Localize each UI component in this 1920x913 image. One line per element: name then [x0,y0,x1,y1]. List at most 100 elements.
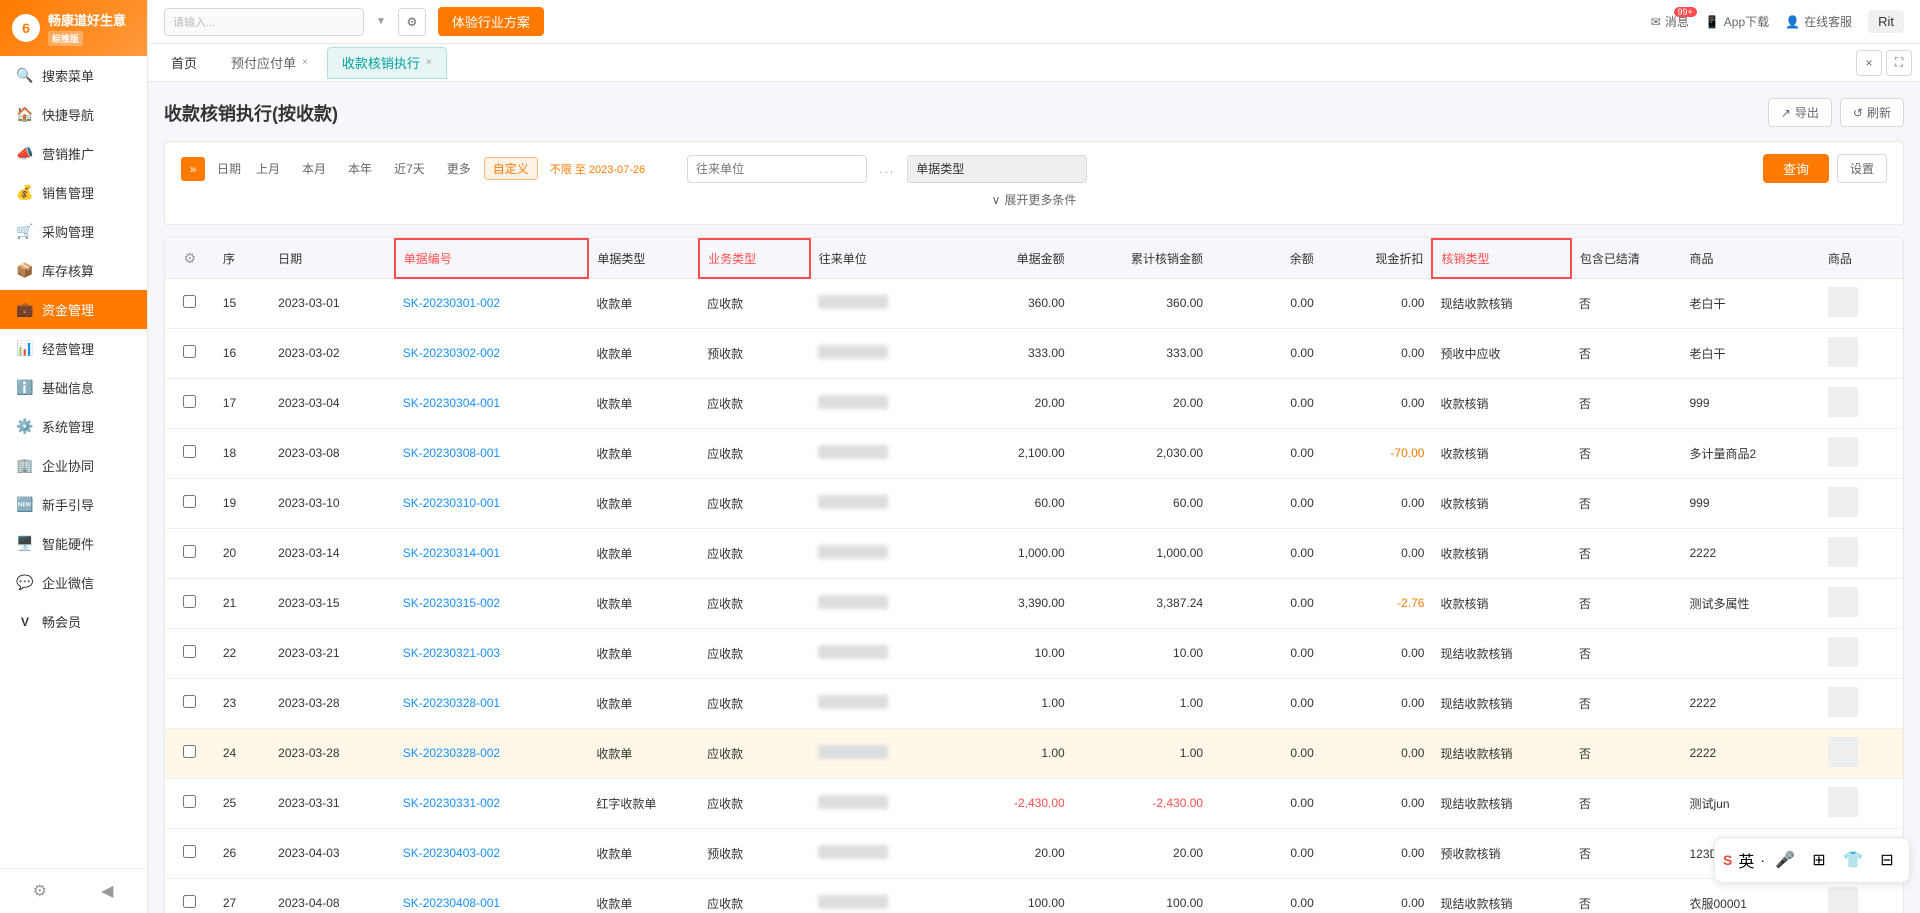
sidebar-item-guide[interactable]: 🆕 新手引导 [0,485,147,524]
tab-prepay[interactable]: 预付应付单 × [216,47,323,79]
query-btn[interactable]: 查询 [1763,154,1829,183]
col-header-biz-type[interactable]: 业务类型 [699,239,810,278]
filter-expand-toggle[interactable]: » [181,157,205,181]
floating-shirt-btn[interactable]: 👕 [1839,846,1867,874]
refresh-btn[interactable]: ↺ 刷新 [1840,98,1904,127]
row-checkbox[interactable] [165,728,215,778]
col-header-verify-type[interactable]: 核销类型 [1432,239,1570,278]
col-header-goods2[interactable]: 商品 [1820,239,1903,278]
export-icon: ↗ [1781,106,1791,120]
floating-mic-btn[interactable]: 🎤 [1771,846,1799,874]
floating-apps-btn[interactable]: ⊟ [1873,846,1901,874]
partner-input[interactable] [687,155,867,183]
row-checkbox[interactable] [165,528,215,578]
col-header-amount[interactable]: 单据金额 [948,239,1073,278]
expand-conditions-btn[interactable]: ∨ 展开更多条件 [992,187,1077,212]
tab-prepay-close[interactable]: × [302,57,308,68]
tab-close-btn[interactable]: × [1856,50,1882,76]
row-date: 2023-03-28 [270,728,395,778]
row-order-no[interactable]: SK-20230310-001 [395,478,589,528]
tab-collection[interactable]: 收款核销执行 × [327,47,447,79]
row-checkbox[interactable] [165,278,215,328]
col-header-balance[interactable]: 余额 [1211,239,1322,278]
row-discount: 0.00 [1322,478,1433,528]
sidebar-item-marketing[interactable]: 📣 营销推广 [0,134,147,173]
row-date: 2023-03-04 [270,378,395,428]
sidebar-item-wechat[interactable]: 💬 企业微信 [0,563,147,602]
row-checkbox[interactable] [165,678,215,728]
export-btn[interactable]: ↗ 导出 [1768,98,1832,127]
sidebar-settings-btn[interactable]: ⚙ [8,877,72,905]
sidebar-item-sales[interactable]: 💰 销售管理 [0,173,147,212]
row-biz-type: 预收款 [699,328,810,378]
column-settings-icon[interactable]: ⚙ [184,250,197,266]
last-month-btn[interactable]: 上月 [247,157,289,180]
row-order-no[interactable]: SK-20230408-001 [395,878,589,913]
tab-collection-close[interactable]: × [426,57,432,68]
topbar-search[interactable]: 请输入... [164,8,364,36]
more-date-btn[interactable]: 更多 [438,157,480,180]
col-header-included[interactable]: 包含已结清 [1571,239,1682,278]
sidebar-item-purchase[interactable]: 🛒 采购管理 [0,212,147,251]
filter-setting-btn[interactable]: 设置 [1837,154,1887,183]
row-cum-amount: 10.00 [1073,628,1211,678]
row-checkbox[interactable] [165,778,215,828]
last-7-days-btn[interactable]: 近7天 [385,157,434,180]
sidebar-item-inventory[interactable]: 📦 库存核算 [0,251,147,290]
row-checkbox[interactable] [165,628,215,678]
col-header-order-type[interactable]: 单据类型 [588,239,699,278]
col-header-order-no[interactable]: 单据编号 [395,239,589,278]
row-order-no[interactable]: SK-20230301-002 [395,278,589,328]
this-month-btn[interactable]: 本月 [293,157,335,180]
member-icon: V [16,613,34,631]
topbar-gear-btn[interactable]: ⚙ [398,8,426,36]
sidebar-item-hardware[interactable]: 🖥️ 智能硬件 [0,524,147,563]
sidebar-item-enterprise[interactable]: 🏢 企业协同 [0,446,147,485]
col-header-discount[interactable]: 现金折扣 [1322,239,1433,278]
this-year-btn[interactable]: 本年 [339,157,381,180]
row-order-no[interactable]: SK-20230308-001 [395,428,589,478]
sidebar-item-finance[interactable]: 💼 资金管理 [0,290,147,329]
row-checkbox[interactable] [165,428,215,478]
col-header-date[interactable]: 日期 [270,239,395,278]
row-checkbox[interactable] [165,328,215,378]
col-header-goods[interactable]: 商品 [1682,239,1820,278]
row-order-no[interactable]: SK-20230403-002 [395,828,589,878]
row-checkbox[interactable] [165,828,215,878]
row-checkbox[interactable] [165,878,215,913]
tab-expand-btn[interactable]: ⛶ [1886,50,1912,76]
sidebar-collapse-btn[interactable]: ◀ [76,877,140,905]
row-order-no[interactable]: SK-20230315-002 [395,578,589,628]
row-order-no[interactable]: SK-20230331-002 [395,778,589,828]
sidebar-item-search[interactable]: 🔍 搜索菜单 [0,56,147,95]
col-header-settings[interactable]: ⚙ [165,239,215,278]
tab-home[interactable]: 首页 [156,47,212,79]
col-header-cum-amount[interactable]: 累计核销金额 [1073,239,1211,278]
sidebar-item-system[interactable]: ⚙️ 系统管理 [0,407,147,446]
custom-date-btn[interactable]: 自定义 [484,157,538,180]
row-order-no[interactable]: SK-20230304-001 [395,378,589,428]
sidebar-item-operations[interactable]: 📊 经营管理 [0,329,147,368]
sidebar-item-basic[interactable]: ℹ️ 基础信息 [0,368,147,407]
row-order-no[interactable]: SK-20230302-002 [395,328,589,378]
logo-badge: 标推版 [48,31,83,46]
topbar-app-btn[interactable]: 📱 App下载 [1705,13,1769,30]
row-order-no[interactable]: SK-20230328-001 [395,678,589,728]
col-header-partner[interactable]: 往来单位 [810,239,948,278]
row-goods: 老白干 [1682,278,1820,328]
row-order-no[interactable]: SK-20230314-001 [395,528,589,578]
solution-btn[interactable]: 体验行业方案 [438,7,544,36]
row-order-no[interactable]: SK-20230321-003 [395,628,589,678]
topbar-msg-btn[interactable]: ✉ 消息 99+ [1651,13,1689,30]
sidebar-item-member[interactable]: V 畅会员 [0,602,147,641]
user-avatar[interactable]: Rit [1868,10,1904,33]
order-type-select[interactable]: 单据类型 [907,155,1087,183]
row-checkbox[interactable] [165,578,215,628]
row-checkbox[interactable] [165,378,215,428]
sidebar-item-quick-nav[interactable]: 🏠 快捷导航 [0,95,147,134]
table-wrapper[interactable]: ⚙ 序 日期 单据编号 单据类型 业务类型 往来单位 单据金额 累计核销金额 余… [165,238,1903,913]
floating-grid-btn[interactable]: ⊞ [1805,846,1833,874]
topbar-service-btn[interactable]: 👤 在线客服 [1785,13,1852,30]
row-checkbox[interactable] [165,478,215,528]
row-order-no[interactable]: SK-20230328-002 [395,728,589,778]
